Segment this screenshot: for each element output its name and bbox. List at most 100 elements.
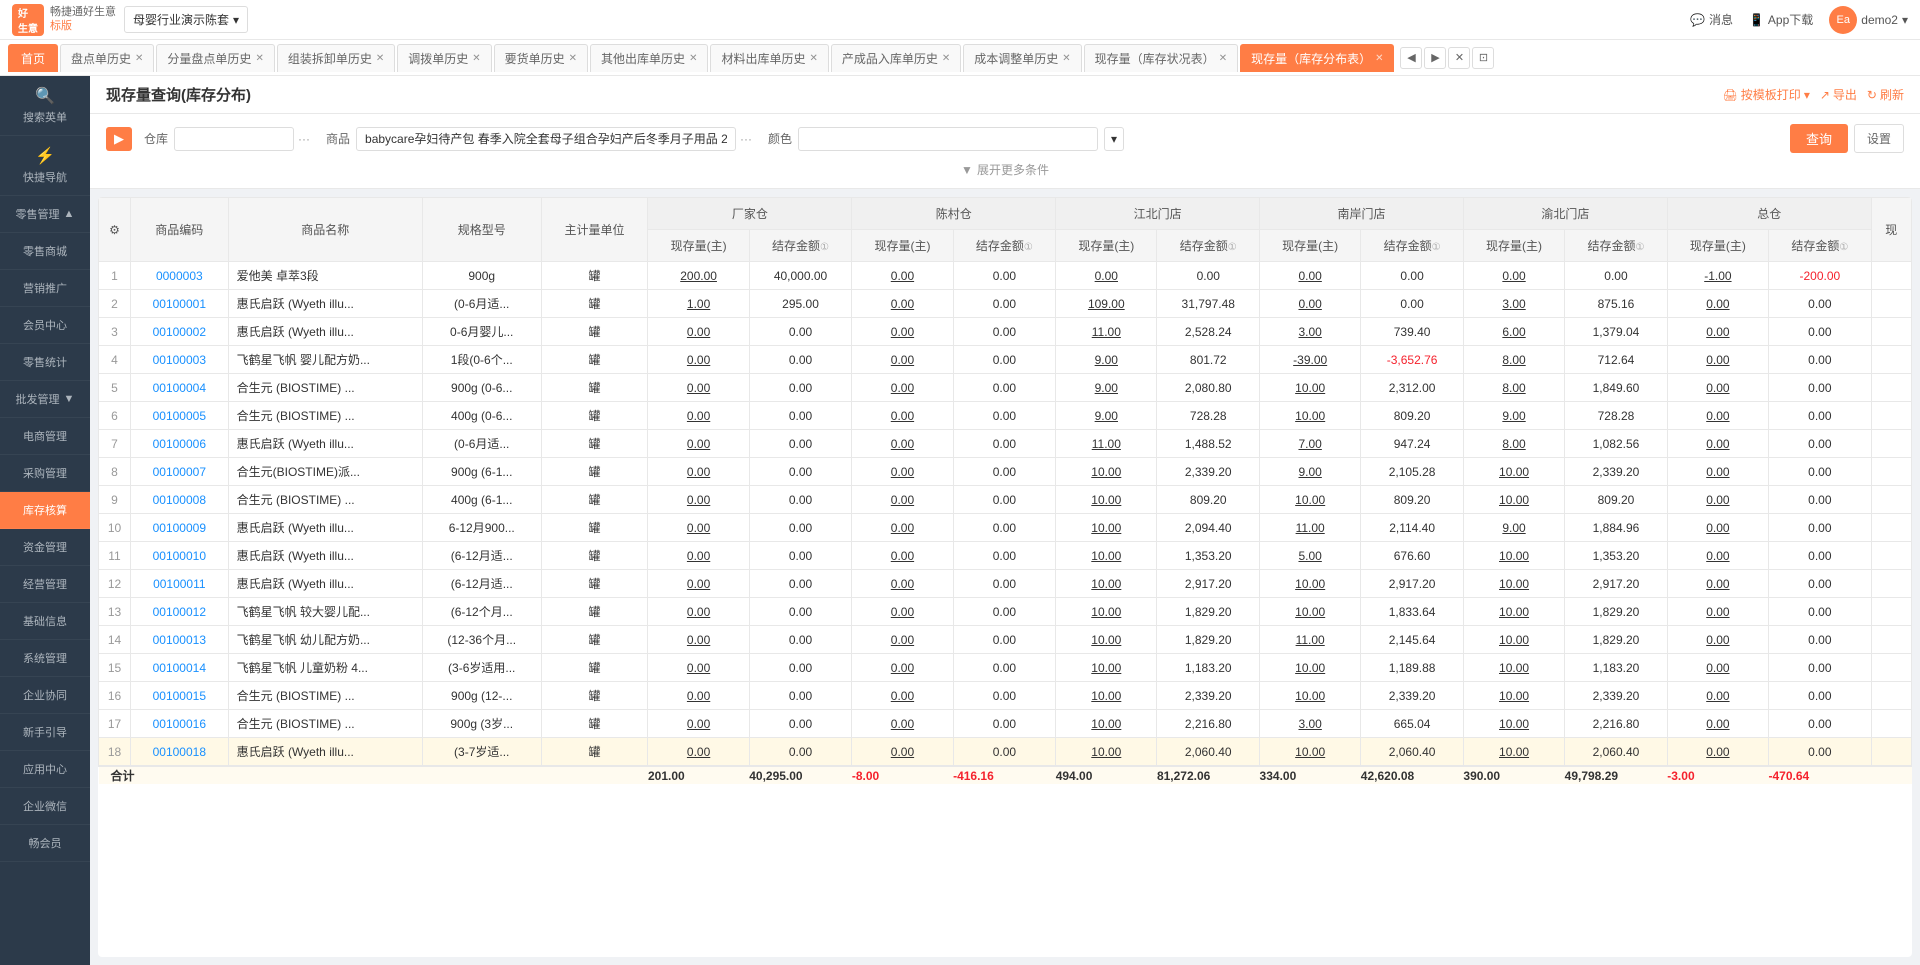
ck6-qty[interactable]: 0.00 <box>1667 654 1768 682</box>
sidebar-item-basic[interactable]: 基础信息 <box>0 603 90 640</box>
ck3-qty[interactable]: 10.00 <box>1056 542 1157 570</box>
ck4-qty[interactable]: 10.00 <box>1260 598 1361 626</box>
app-download-button[interactable]: 📱 App下载 <box>1749 11 1813 28</box>
warehouse-input[interactable] <box>174 127 294 151</box>
ck5-qty[interactable]: 10.00 <box>1463 570 1564 598</box>
tab-chenben[interactable]: 成本调整单历史 ✕ <box>963 44 1081 72</box>
ck5-qty[interactable]: 10.00 <box>1463 542 1564 570</box>
ck5-qty[interactable]: 0.00 <box>1463 262 1564 290</box>
ck5-qty[interactable]: 10.00 <box>1463 458 1564 486</box>
product-dots[interactable]: ··· <box>736 132 756 146</box>
expand-conditions[interactable]: ▼ 展开更多条件 <box>106 161 1904 178</box>
close-icon[interactable]: ✕ <box>376 53 384 64</box>
product-code[interactable]: 00100011 <box>131 570 229 598</box>
close-icon[interactable]: ✕ <box>472 53 480 64</box>
ck2-qty[interactable]: 0.00 <box>852 430 953 458</box>
ck4-qty[interactable]: 9.00 <box>1260 458 1361 486</box>
ck4-qty[interactable]: 11.00 <box>1260 514 1361 542</box>
user-menu[interactable]: Ea demo2 ▾ <box>1829 6 1908 34</box>
collapse-button[interactable]: ▶ <box>106 127 132 151</box>
sidebar-item-shop[interactable]: 零售商城 <box>0 233 90 270</box>
product-code[interactable]: 00100009 <box>131 514 229 542</box>
warehouse-dots[interactable]: ··· <box>294 132 314 146</box>
sidebar-item-member[interactable]: 会员中心 <box>0 307 90 344</box>
ck3-qty[interactable]: 10.00 <box>1056 626 1157 654</box>
ck4-qty[interactable]: 10.00 <box>1260 374 1361 402</box>
product-code[interactable]: 00100014 <box>131 654 229 682</box>
ck1-qty[interactable]: 0.00 <box>648 570 749 598</box>
product-code[interactable]: 00100003 <box>131 346 229 374</box>
sidebar-item-appstore[interactable]: 应用中心 <box>0 751 90 788</box>
ck4-qty[interactable]: 3.00 <box>1260 710 1361 738</box>
close-icon[interactable]: ✕ <box>1062 53 1070 64</box>
ck2-qty[interactable]: 0.00 <box>852 458 953 486</box>
close-icon[interactable]: ✕ <box>135 53 143 64</box>
ck4-qty[interactable]: 11.00 <box>1260 626 1361 654</box>
ck2-qty[interactable]: 0.00 <box>852 598 953 626</box>
ck1-qty[interactable]: 0.00 <box>648 346 749 374</box>
product-code[interactable]: 00100013 <box>131 626 229 654</box>
ck6-qty[interactable]: 0.00 <box>1667 290 1768 318</box>
ck1-qty[interactable]: 0.00 <box>648 402 749 430</box>
tab-home[interactable]: 首页 <box>8 44 58 72</box>
ck4-qty[interactable]: 0.00 <box>1260 262 1361 290</box>
ck1-qty[interactable]: 0.00 <box>648 598 749 626</box>
ck3-qty[interactable]: 9.00 <box>1056 374 1157 402</box>
ck4-qty[interactable]: 10.00 <box>1260 402 1361 430</box>
sidebar-item-guide[interactable]: 新手引导 <box>0 714 90 751</box>
product-code[interactable]: 00100002 <box>131 318 229 346</box>
ck1-qty[interactable]: 0.00 <box>648 738 749 767</box>
ck2-qty[interactable]: 0.00 <box>852 374 953 402</box>
color-input[interactable] <box>798 127 1098 151</box>
ck1-qty[interactable]: 0.00 <box>648 430 749 458</box>
ck2-qty[interactable]: 0.00 <box>852 318 953 346</box>
ck3-qty[interactable]: 11.00 <box>1056 430 1157 458</box>
ck4-qty[interactable]: -39.00 <box>1260 346 1361 374</box>
ck3-qty[interactable]: 10.00 <box>1056 710 1157 738</box>
nav-menu-button[interactable]: ⊡ <box>1472 47 1494 69</box>
ck6-qty[interactable]: 0.00 <box>1667 318 1768 346</box>
ck4-qty[interactable]: 3.00 <box>1260 318 1361 346</box>
ck1-qty[interactable]: 0.00 <box>648 318 749 346</box>
ck1-qty[interactable]: 0.00 <box>648 654 749 682</box>
ck6-qty[interactable]: 0.00 <box>1667 542 1768 570</box>
message-button[interactable]: 💬 消息 <box>1690 11 1733 28</box>
product-code[interactable]: 00100010 <box>131 542 229 570</box>
ck1-qty[interactable]: 0.00 <box>648 626 749 654</box>
ck2-qty[interactable]: 0.00 <box>852 486 953 514</box>
close-icon[interactable]: ✕ <box>1219 53 1227 64</box>
close-icon[interactable]: ✕ <box>942 53 950 64</box>
sidebar-item-collab[interactable]: 企业协同 <box>0 677 90 714</box>
tab-diaopo[interactable]: 调拨单历史 ✕ <box>397 44 491 72</box>
ck2-qty[interactable]: 0.00 <box>852 514 953 542</box>
ck5-qty[interactable]: 10.00 <box>1463 682 1564 710</box>
nav-prev-button[interactable]: ◀ <box>1400 47 1422 69</box>
tab-xiancun-dist[interactable]: 现存量（库存分布表） ✕ <box>1240 44 1394 72</box>
ck6-qty[interactable]: -1.00 <box>1667 262 1768 290</box>
ck2-qty[interactable]: 0.00 <box>852 402 953 430</box>
sidebar-item-marketing[interactable]: 营销推广 <box>0 270 90 307</box>
sidebar-item-retail[interactable]: 零售管理 ▲ <box>0 196 90 233</box>
ck6-qty[interactable]: 0.00 <box>1667 626 1768 654</box>
ck1-qty[interactable]: 0.00 <box>648 458 749 486</box>
ck4-qty[interactable]: 10.00 <box>1260 682 1361 710</box>
ck5-qty[interactable]: 10.00 <box>1463 598 1564 626</box>
ck6-qty[interactable]: 0.00 <box>1667 514 1768 542</box>
ck3-qty[interactable]: 10.00 <box>1056 514 1157 542</box>
print-button[interactable]: 🖨 按模板打印 ▾ <box>1723 86 1810 103</box>
query-button[interactable]: 查询 <box>1790 124 1848 153</box>
close-icon[interactable]: ✕ <box>1375 53 1383 64</box>
ck6-qty[interactable]: 0.00 <box>1667 346 1768 374</box>
close-icon[interactable]: ✕ <box>569 53 577 64</box>
sidebar-item-purchase[interactable]: 采购管理 <box>0 455 90 492</box>
sidebar-item-search[interactable]: 🔍 搜索英单 <box>0 76 90 136</box>
ck5-qty[interactable]: 10.00 <box>1463 486 1564 514</box>
ck1-qty[interactable]: 0.00 <box>648 486 749 514</box>
product-code[interactable]: 00100007 <box>131 458 229 486</box>
refresh-button[interactable]: ↻ 刷新 <box>1867 86 1904 103</box>
product-code[interactable]: 00100016 <box>131 710 229 738</box>
ck6-qty[interactable]: 0.00 <box>1667 402 1768 430</box>
sidebar-item-wechat[interactable]: 企业微信 <box>0 788 90 825</box>
ck3-qty[interactable]: 11.00 <box>1056 318 1157 346</box>
tab-qitachuku[interactable]: 其他出库单历史 ✕ <box>590 44 708 72</box>
